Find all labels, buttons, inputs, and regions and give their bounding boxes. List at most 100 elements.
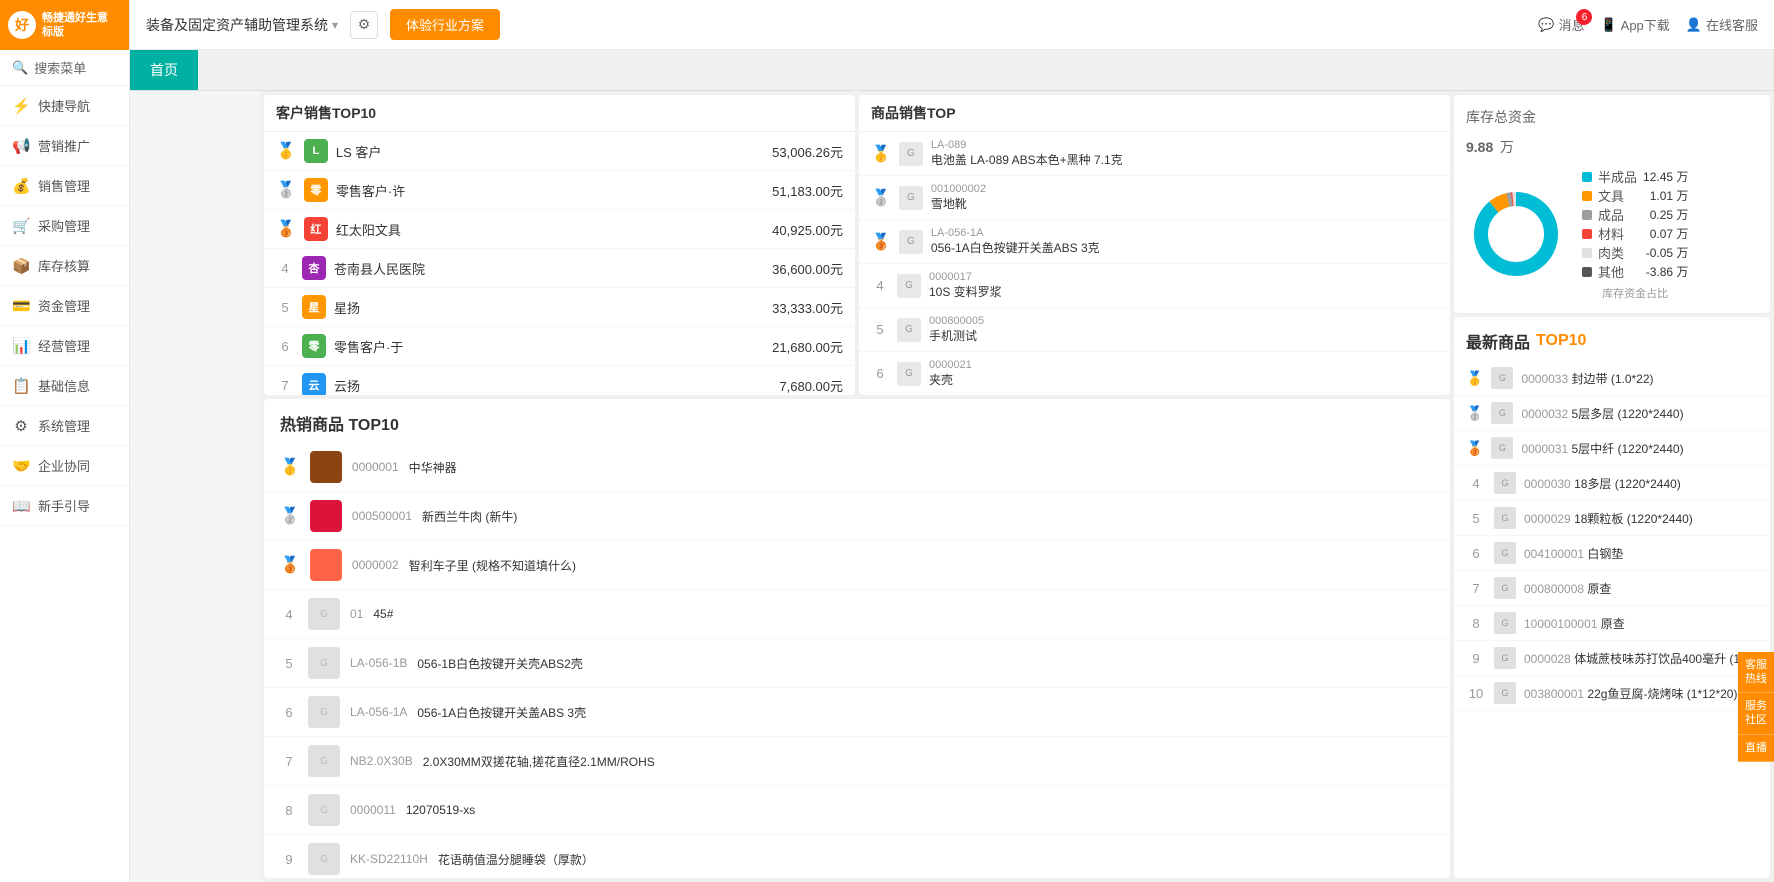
tab-home[interactable]: 首页 [130,50,198,90]
product-name: 雪地靴 [931,195,1438,212]
rank-num: 9 [280,852,298,867]
customer-service-button[interactable]: 客服热线 [1738,652,1774,694]
settings-button[interactable]: ⚙ [350,11,378,39]
table-row[interactable]: 6 零 零售客户·于 21,680.00元 [264,327,855,366]
list-item[interactable]: 10 G 003800001 22g鱼豆腐-烧烤味 (1*12*20) [1454,676,1770,711]
sidebar-item-销售管理[interactable]: 💰销售管理 [0,166,129,206]
right-panel: 库存总资金 9.88 万 [1454,91,1774,882]
sidebar-item-库存核算[interactable]: 📦库存核算 [0,246,129,286]
sidebar-item-系统管理[interactable]: ⚙系统管理 [0,406,129,446]
product-name: 12070519-xs [406,803,1434,817]
product-image: G [308,745,340,777]
table-row[interactable]: 5 星 星扬 33,333.00元 [264,288,855,327]
legend-color [1582,229,1592,239]
list-item[interactable]: 9 G KK-SD22110H 花语萌值温分腿睡袋（厚款） [264,835,1450,878]
list-item[interactable]: 8 G 0000011 12070519-xs [264,786,1450,835]
product-image: G [1494,647,1516,669]
table-row[interactable]: 5 G 000800005 手机测试 [859,308,1450,352]
table-row[interactable]: 4 杏 苍南县人民医院 36,600.00元 [264,249,855,288]
table-row[interactable]: 🥇 G LA-089 电池盖 LA-089 ABS本色+黑种 7.1克 [859,132,1450,176]
customer-name: 星扬 [334,298,764,317]
product-ranking-title: 商品销售TOP [859,95,1450,132]
list-item[interactable]: 🥈 000500001 新西兰牛肉 (新牛) [264,492,1450,541]
legend-color [1582,210,1592,220]
table-row[interactable]: 🥇 L LS 客户 53,006.26元 [264,132,855,171]
list-item[interactable]: 5 G 0000029 18颗粒板 (1220*2440) [1454,501,1770,536]
list-item[interactable]: 4 G 0000030 18多层 (1220*2440) [1454,466,1770,501]
list-item[interactable]: 4 G 01 45# [264,590,1450,639]
product-code: 0000017 [929,271,1438,283]
sidebar-item-采购管理[interactable]: 🛒采购管理 [0,206,129,246]
list-item[interactable]: 🥇 0000001 中华神器 [264,443,1450,492]
medal-icon: 🥇 [1466,370,1483,387]
product-code: 0000033 [1521,372,1568,386]
product-code: 0000032 [1521,407,1568,421]
list-item[interactable]: 5 G LA-056-1B 056-1B白色按键开关壳ABS2壳 [264,639,1450,688]
inventory-card: 库存总资金 9.88 万 [1454,95,1770,313]
list-item[interactable]: 9 G 0000028 体城蔗枝味苏打饮品400毫升 (1*15) [1454,641,1770,676]
product-code: 003800001 [1524,687,1584,701]
sidebar-item-经营管理[interactable]: 📊经营管理 [0,326,129,366]
table-row[interactable]: 🥈 零 零售客户·许 51,183.00元 [264,171,855,210]
product-name: 056-1A白色按键开关盖ABS 3壳 [417,704,1434,721]
medal-icon: 🥈 [871,188,891,208]
table-row[interactable]: 4 G 0000017 10S 变料罗浆 [859,264,1450,308]
service-community-button[interactable]: 服务社区 [1738,693,1774,735]
table-row[interactable]: 🥉 G LA-056-1A 056-1A白色按键开关盖ABS 3克 [859,220,1450,264]
sidebar-item-企业协同[interactable]: 🤝企业协同 [0,446,129,486]
list-item[interactable]: 8 G 10000100001 原查 [1454,606,1770,641]
trial-button[interactable]: 体验行业方案 [390,9,500,40]
table-row[interactable]: 🥈 G 001000002 雪地靴 [859,176,1450,220]
live-stream-button[interactable]: 直播 [1738,735,1774,762]
list-item[interactable]: 🥈 G 0000032 5层多层 (1220*2440) [1454,396,1770,431]
online-service-button[interactable]: 👤 在线客服 [1686,15,1758,34]
avatar: 红 [304,217,328,241]
list-item[interactable]: 7 G NB2.0X30B 2.0X30MM双搓花轴,搓花直径2.1MM/ROH… [264,737,1450,786]
medal-icon: 🥉 [276,219,296,239]
product-image: G [308,696,340,728]
legend-item: 成品 0.25 万 [1582,205,1688,224]
rank-num: 7 [280,754,298,769]
product-code: 000800005 [929,315,1438,327]
table-row[interactable]: 7 云 云扬 7,680.00元 [264,366,855,395]
sidebar-item-快捷导航[interactable]: ⚡快捷导航 [0,86,129,126]
list-item[interactable]: 🥉 0000002 智利车子里 (规格不知道填什么) [264,541,1450,590]
product-image: G [308,794,340,826]
list-item[interactable]: 6 G LA-056-1A 056-1A白色按键开关盖ABS 3壳 [264,688,1450,737]
product-name: 45# [373,607,1434,621]
rank-num: 5 [871,322,889,337]
product-info: LA-089 电池盖 LA-089 ABS本色+黑种 7.1克 [931,139,1438,168]
product-code: 0000029 [1524,512,1571,526]
sidebar-item-资金管理[interactable]: 💳资金管理 [0,286,129,326]
sidebar-item-营销推广[interactable]: 📢营销推广 [0,126,129,166]
list-item[interactable]: 7 G 000800008 原查 [1454,571,1770,606]
avatar: L [304,139,328,163]
legend-color [1582,248,1592,258]
list-item[interactable]: 🥉 G 0000031 5层中纤 (1220*2440) [1454,431,1770,466]
rank-num: 4 [280,607,298,622]
sidebar-item-新手引导[interactable]: 📖新手引导 [0,486,129,526]
product-info: 000800005 手机测试 [929,315,1438,344]
search-menu[interactable]: 🔍 搜索菜单 [0,50,129,86]
product-image: G [308,598,340,630]
inventory-amount: 9.88 万 [1466,131,1758,159]
product-code: 0000031 [1521,442,1568,456]
rank-num: 6 [276,339,294,354]
product-image: G [897,318,921,342]
product-name: 新西兰牛肉 (新牛) [422,508,1434,525]
list-item[interactable]: 🥇 G 0000033 封边带 (1.0*22) [1454,361,1770,396]
product-name: 白钢垫 [1587,547,1623,561]
legend-value: 1.01 万 [1650,187,1689,204]
product-code: NB2.0X30B [350,754,413,768]
medal-icon: 🥉 [1466,440,1483,457]
table-row[interactable]: 🥉 红 红太阳文具 40,925.00元 [264,210,855,249]
table-row[interactable]: 6 G 0000021 夹壳 [859,352,1450,395]
list-item[interactable]: 6 G 004100001 白钢垫 [1454,536,1770,571]
product-name: 5层中纤 (1220*2440) [1572,442,1684,456]
app-download-button[interactable]: 📱 App下载 [1600,15,1669,34]
message-button[interactable]: 💬 消息 6 [1538,15,1584,34]
chevron-down-icon: ▾ [332,18,338,32]
sidebar-item-基础信息[interactable]: 📋基础信息 [0,366,129,406]
search-icon: 🔍 [12,60,28,76]
nav-icon: ⚡ [12,97,30,115]
